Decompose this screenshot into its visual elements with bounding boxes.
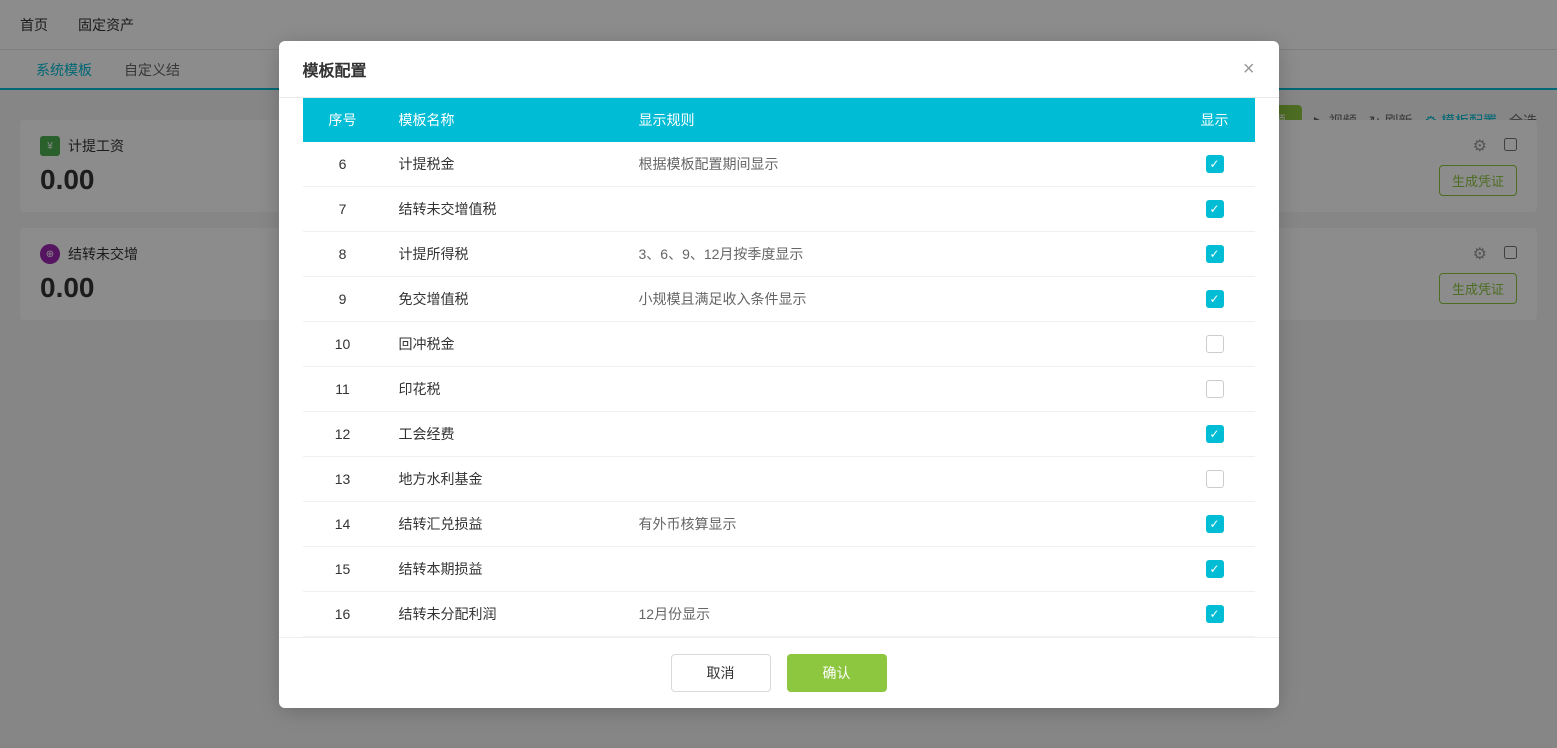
cell-checkbox	[1175, 366, 1255, 411]
cell-name: 结转未分配利润	[383, 591, 623, 636]
cell-id: 11	[303, 366, 383, 411]
cell-name: 计提所得税	[383, 231, 623, 276]
checkbox-unchecked[interactable]	[1206, 470, 1224, 488]
table-header: 序号 模板名称 显示规则 显示	[303, 98, 1255, 142]
cell-checkbox: ✓	[1175, 591, 1255, 636]
checkbox-wrap: ✓	[1191, 200, 1239, 218]
cell-name: 免交增值税	[383, 276, 623, 321]
checkbox-checked[interactable]: ✓	[1206, 200, 1224, 218]
table-row: 10回冲税金	[303, 321, 1255, 366]
dialog-title: 模板配置	[303, 57, 367, 81]
cell-id: 15	[303, 546, 383, 591]
table-row: 8计提所得税3、6、9、12月按季度显示 ✓	[303, 231, 1255, 276]
cell-rule	[623, 546, 1175, 591]
table-row: 14结转汇兑损益有外币核算显示 ✓	[303, 501, 1255, 546]
checkbox-wrap: ✓	[1191, 290, 1239, 308]
cell-id: 9	[303, 276, 383, 321]
table-row: 16结转未分配利润12月份显示 ✓	[303, 591, 1255, 636]
cell-rule: 3、6、9、12月按季度显示	[623, 231, 1175, 276]
cell-id: 6	[303, 142, 383, 187]
cell-id: 16	[303, 591, 383, 636]
cell-checkbox: ✓	[1175, 546, 1255, 591]
table-row: 13地方水利基金	[303, 456, 1255, 501]
cell-id: 12	[303, 411, 383, 456]
cell-rule: 小规模且满足收入条件显示	[623, 276, 1175, 321]
checkbox-checked[interactable]: ✓	[1206, 605, 1224, 623]
cell-checkbox: ✓	[1175, 231, 1255, 276]
cell-rule	[623, 366, 1175, 411]
cell-id: 14	[303, 501, 383, 546]
cell-checkbox: ✓	[1175, 142, 1255, 187]
cell-rule: 有外币核算显示	[623, 501, 1175, 546]
template-config-dialog: 模板配置 × 序号 模板名称 显示规则 显示 6计提税金根据模板配置期间显示✓7…	[279, 41, 1279, 708]
checkbox-wrap: ✓	[1191, 425, 1239, 443]
cell-id: 7	[303, 186, 383, 231]
checkbox-checked[interactable]: ✓	[1206, 515, 1224, 533]
checkbox-checked[interactable]: ✓	[1206, 425, 1224, 443]
checkbox-unchecked[interactable]	[1206, 380, 1224, 398]
cell-rule: 根据模板配置期间显示	[623, 142, 1175, 187]
table-row: 12工会经费 ✓	[303, 411, 1255, 456]
table-row: 11印花税	[303, 366, 1255, 411]
dialog-footer: 取消 确认	[279, 637, 1279, 708]
cell-name: 结转汇兑损益	[383, 501, 623, 546]
checkbox-checked[interactable]: ✓	[1206, 155, 1224, 173]
table-body: 6计提税金根据模板配置期间显示✓7结转未交增值税✓8计提所得税3、6、9、12月…	[303, 142, 1255, 637]
cell-name: 地方水利基金	[383, 456, 623, 501]
col-header-id: 序号	[303, 98, 383, 142]
col-header-name: 模板名称	[383, 98, 623, 142]
cell-name: 结转未交增值税	[383, 186, 623, 231]
checkbox-checked[interactable]: ✓	[1206, 245, 1224, 263]
cell-id: 13	[303, 456, 383, 501]
checkbox-wrap	[1191, 380, 1239, 398]
dialog-body: 序号 模板名称 显示规则 显示 6计提税金根据模板配置期间显示✓7结转未交增值税…	[279, 98, 1279, 637]
close-icon[interactable]: ×	[1243, 59, 1255, 79]
cell-rule	[623, 411, 1175, 456]
cell-id: 8	[303, 231, 383, 276]
cell-rule: 12月份显示	[623, 591, 1175, 636]
cell-name: 印花税	[383, 366, 623, 411]
checkbox-wrap: ✓	[1191, 155, 1239, 173]
table-row: 6计提税金根据模板配置期间显示 ✓	[303, 142, 1255, 187]
checkbox-wrap: ✓	[1191, 605, 1239, 623]
col-header-rule: 显示规则	[623, 98, 1175, 142]
checkbox-wrap: ✓	[1191, 245, 1239, 263]
cell-rule	[623, 186, 1175, 231]
checkbox-unchecked[interactable]	[1206, 335, 1224, 353]
col-header-display: 显示	[1175, 98, 1255, 142]
cell-checkbox	[1175, 456, 1255, 501]
table-row: 15结转本期损益 ✓	[303, 546, 1255, 591]
cell-checkbox	[1175, 321, 1255, 366]
checkbox-wrap	[1191, 470, 1239, 488]
table-row: 9免交增值税小规模且满足收入条件显示 ✓	[303, 276, 1255, 321]
cancel-button[interactable]: 取消	[671, 654, 771, 692]
checkbox-checked[interactable]: ✓	[1206, 290, 1224, 308]
checkbox-wrap: ✓	[1191, 515, 1239, 533]
config-table: 序号 模板名称 显示规则 显示 6计提税金根据模板配置期间显示✓7结转未交增值税…	[303, 98, 1255, 637]
cell-checkbox: ✓	[1175, 501, 1255, 546]
cell-name: 结转本期损益	[383, 546, 623, 591]
cell-name: 工会经费	[383, 411, 623, 456]
cell-checkbox: ✓	[1175, 411, 1255, 456]
cell-checkbox: ✓	[1175, 186, 1255, 231]
checkbox-checked[interactable]: ✓	[1206, 560, 1224, 578]
cell-name: 计提税金	[383, 142, 623, 187]
dialog-header: 模板配置 ×	[279, 41, 1279, 98]
confirm-button[interactable]: 确认	[787, 654, 887, 692]
cell-id: 10	[303, 321, 383, 366]
cell-rule	[623, 456, 1175, 501]
checkbox-wrap: ✓	[1191, 560, 1239, 578]
cell-rule	[623, 321, 1175, 366]
table-row: 7结转未交增值税 ✓	[303, 186, 1255, 231]
cell-name: 回冲税金	[383, 321, 623, 366]
cell-checkbox: ✓	[1175, 276, 1255, 321]
modal-overlay: 模板配置 × 序号 模板名称 显示规则 显示 6计提税金根据模板配置期间显示✓7…	[0, 0, 1557, 748]
checkbox-wrap	[1191, 335, 1239, 353]
